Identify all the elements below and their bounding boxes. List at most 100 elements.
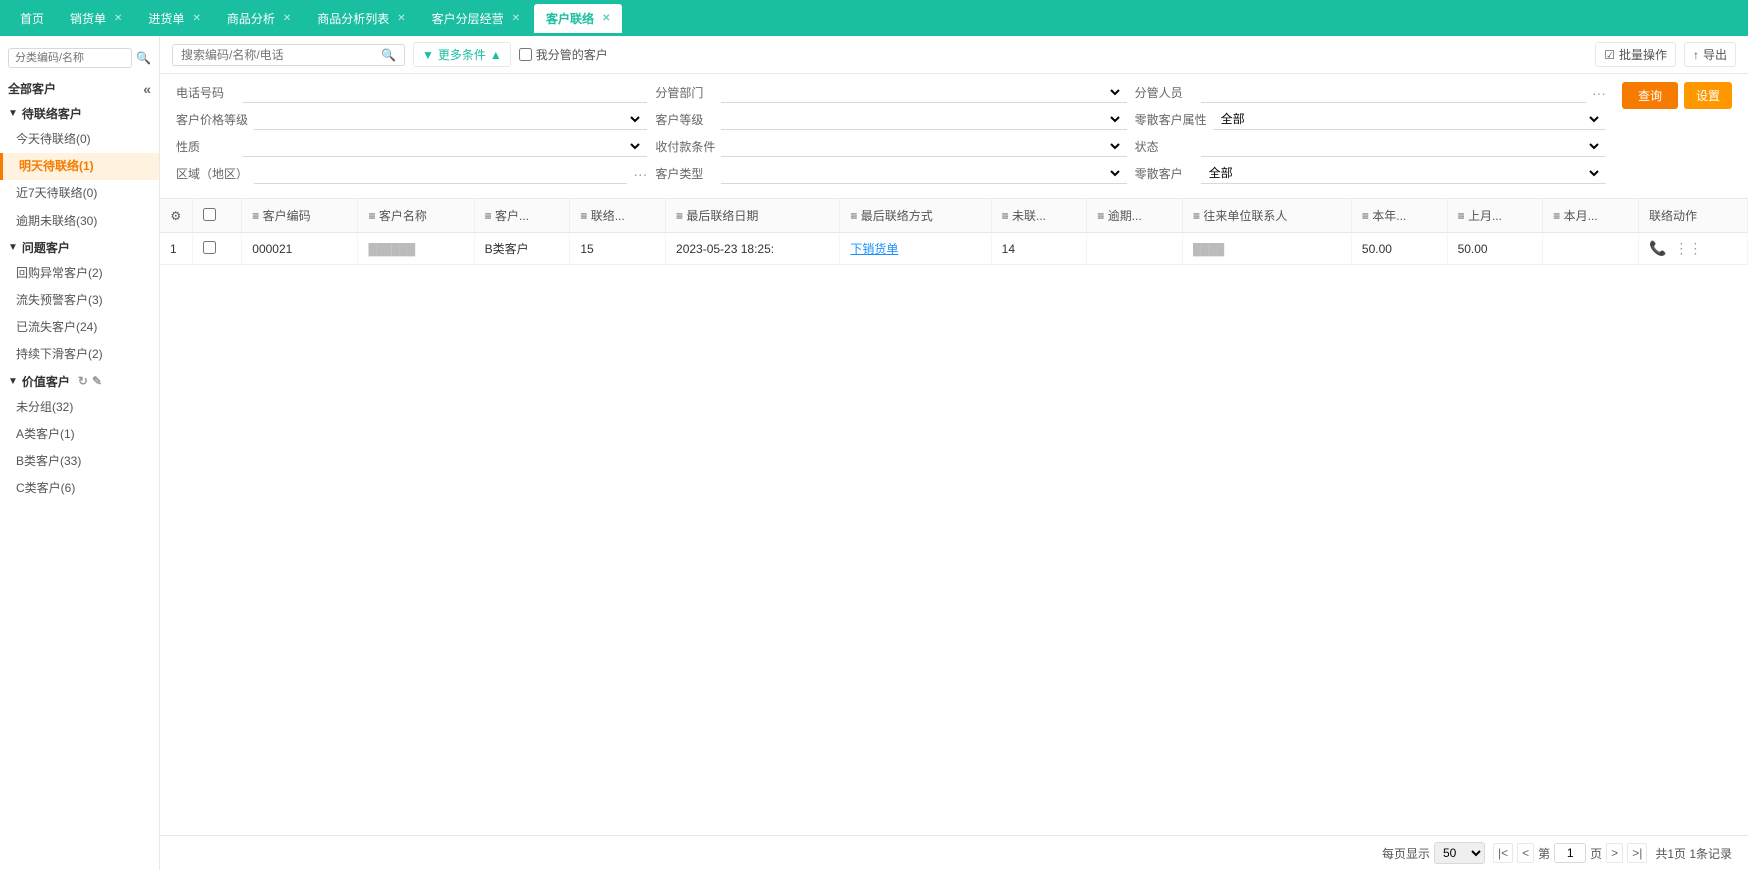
th-contact-person: ≡ 往来单位联系人 [1183,199,1352,233]
top-nav: 首页 销货单 ✕ 进货单 ✕ 商品分析 ✕ 商品分析列表 ✕ 客户分层经营 ✕ … [0,0,1748,36]
price-level-select[interactable] [258,111,643,127]
nature-select[interactable] [246,138,643,154]
close-icon[interactable]: ✕ [602,13,610,24]
dept-select[interactable] [725,84,1122,100]
last-page-btn[interactable]: >| [1627,843,1647,863]
nav-item-productanalysislist[interactable]: 商品分析列表 ✕ [305,4,417,33]
sort-icon[interactable]: ≡ [252,209,259,223]
phone-input[interactable] [242,82,647,103]
arrow-icon: ▼ [8,242,18,253]
my-customers-checkbox-label[interactable]: 我分管的客户 [519,46,608,63]
sidebar-item-today[interactable]: 今天待联络(0) [0,126,159,153]
th-checkbox[interactable] [192,199,242,233]
sort-icon[interactable]: ≡ [850,209,857,223]
payment-select[interactable] [725,138,1122,154]
sort-icon[interactable]: ≡ [1193,209,1200,223]
retail-customer-select[interactable]: 全部 [1205,165,1602,181]
action-phone-icon[interactable]: 📞 [1649,240,1666,257]
close-icon[interactable]: ✕ [512,13,520,24]
sidebar-item-declining[interactable]: 持续下滑客户(2) [0,341,159,368]
nav-home[interactable]: 首页 [8,4,56,33]
main-layout: 🔍 全部客户 « ▼ 待联络客户 今天待联络(0) 明天待联络(1) 近7天待联… [0,36,1748,870]
row-checkbox[interactable] [203,241,216,254]
manager-input[interactable] [1201,82,1586,103]
sort-icon[interactable]: ≡ [1553,209,1560,223]
search-input[interactable] [181,48,381,62]
sort-icon[interactable]: ≡ [1458,209,1465,223]
more-options-icon[interactable]: ··· [1592,85,1606,101]
page-input[interactable] [1554,843,1586,863]
bulk-operation-btn[interactable]: ☑ 批量操作 [1595,42,1676,67]
retail-customer-wrap: 全部 [1201,163,1606,184]
th-uncontacted: ≡ 未联... [991,199,1087,233]
filter-price-level: 客户价格等级 [176,109,647,130]
sort-icon[interactable]: ≡ [580,209,587,223]
sidebar-item-repurchase-abnormal[interactable]: 回购异常客户(2) [0,260,159,287]
filter-customer-type: 客户类型 [655,163,1126,184]
prev-page-btn[interactable]: < [1517,843,1534,863]
customer-type-select[interactable] [725,165,1122,181]
sidebar-item-class-b[interactable]: B类客户(33) [0,448,159,475]
bulk-icon: ☑ [1604,48,1615,62]
sort-icon[interactable]: ≡ [1002,209,1009,223]
filter-retail-attr: 零散客户属性 全部 [1135,109,1606,130]
region-more-icon[interactable]: ··· [633,166,647,182]
close-icon[interactable]: ✕ [114,13,122,24]
next-page-btn[interactable]: > [1606,843,1623,863]
filter-btn[interactable]: ▼ 更多条件 ▲ [413,42,511,67]
action-more-icon[interactable]: ⋮⋮ [1674,240,1702,257]
sidebar-item-unclassified[interactable]: 未分组(32) [0,394,159,421]
close-icon[interactable]: ✕ [397,13,405,24]
nav-item-customercontact[interactable]: 客户联络 ✕ [534,4,622,33]
td-this-month [1543,233,1639,265]
sidebar-item-class-c[interactable]: C类客户(6) [0,475,159,502]
sidebar-search-input[interactable] [8,48,132,68]
td-this-year: 50.00 [1351,233,1447,265]
th-settings[interactable]: ⚙ [160,199,192,233]
table-wrap: ⚙ ≡ 客户编码 ≡ 客户名称 ≡ 客户... ≡ 联络... ≡ 最后联络日期… [160,199,1748,835]
sidebar-item-class-a[interactable]: A类客户(1) [0,421,159,448]
sidebar-item-overdue[interactable]: 逾期未联络(30) [0,208,159,235]
sidebar-item-lost[interactable]: 已流失客户(24) [0,314,159,341]
retail-attr-select[interactable]: 全部 [1217,111,1602,127]
sidebar-item-loss-warning[interactable]: 流失预警客户(3) [0,287,159,314]
status-select[interactable] [1205,138,1602,154]
page-size-select[interactable]: 50 100 [1434,842,1485,864]
settings-button[interactable]: 设置 [1684,82,1732,109]
sort-icon[interactable]: ≡ [485,209,492,223]
th-this-year: ≡ 本年... [1351,199,1447,233]
edit-icon[interactable]: ✎ [92,374,102,388]
query-button[interactable]: 查询 [1622,82,1678,109]
first-page-btn[interactable]: |< [1493,843,1513,863]
export-btn[interactable]: ↑ 导出 [1684,42,1736,67]
sidebar-group-value[interactable]: ▼ 价值客户 ↻ ✎ [0,369,159,394]
sidebar-group-problem[interactable]: ▼ 问题客户 [0,235,159,260]
close-icon[interactable]: ✕ [283,13,291,24]
sort-icon[interactable]: ≡ [676,209,683,223]
contact-method-link[interactable]: 下销货单 [850,242,898,256]
nav-item-salesorder[interactable]: 销货单 ✕ [58,4,134,33]
sidebar-group-pending[interactable]: ▼ 待联络客户 [0,101,159,126]
sidebar-item-7days[interactable]: 近7天待联络(0) [0,180,159,207]
region-input[interactable] [254,163,627,184]
nav-item-purchaseorder[interactable]: 进货单 ✕ [136,4,212,33]
sidebar-all-customers[interactable]: 全部客户 « [0,76,159,101]
close-icon[interactable]: ✕ [192,13,200,24]
th-last-month: ≡ 上月... [1447,199,1543,233]
my-customers-checkbox[interactable] [519,48,532,61]
search-icon[interactable]: 🔍 [136,51,151,65]
customer-level-select[interactable] [725,111,1122,127]
sidebar-item-tomorrow[interactable]: 明天待联络(1) [0,153,159,180]
td-checkbox[interactable] [192,233,242,265]
sort-icon[interactable]: ≡ [368,209,375,223]
sort-icon[interactable]: ≡ [1097,209,1104,223]
search-icon[interactable]: 🔍 [381,48,396,62]
select-all-checkbox[interactable] [203,208,216,221]
nav-item-productanalysis[interactable]: 商品分析 ✕ [215,4,303,33]
td-last-contact-method[interactable]: 下销货单 [840,233,991,265]
nav-item-customersegment[interactable]: 客户分层经营 ✕ [420,4,532,33]
filter-customer-level: 客户等级 [655,109,1126,130]
page-info: 第 页 [1538,843,1602,863]
refresh-icon[interactable]: ↻ [78,374,88,388]
sort-icon[interactable]: ≡ [1362,209,1369,223]
